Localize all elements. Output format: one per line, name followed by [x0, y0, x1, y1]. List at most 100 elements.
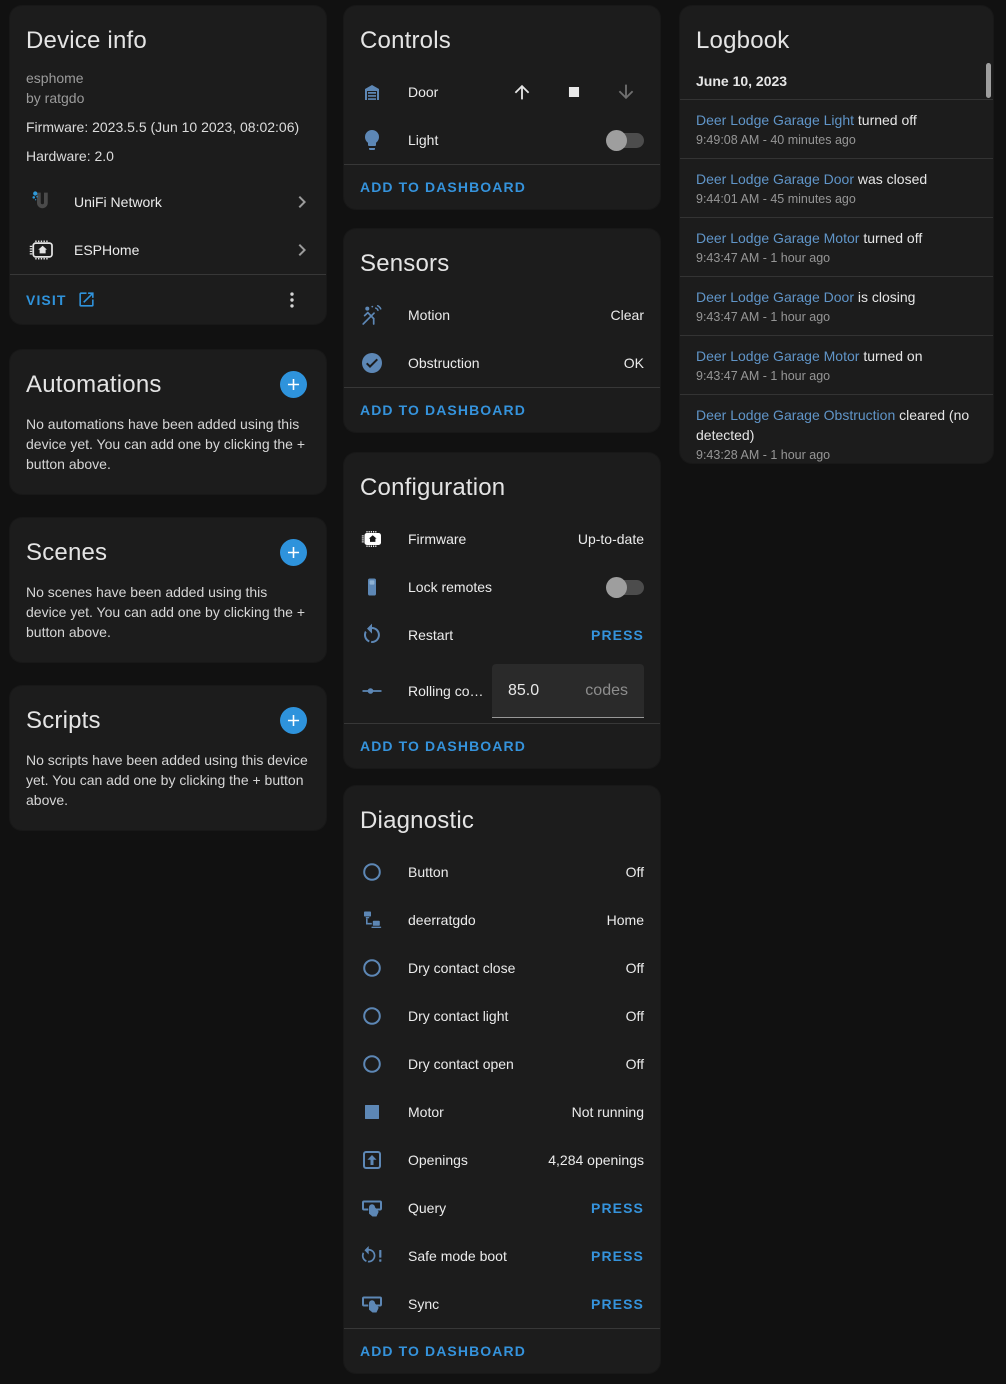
integration-esphome[interactable]: ESPHome	[10, 226, 326, 274]
control-label-light: Light	[408, 132, 439, 148]
device-info-title: Device info	[26, 27, 147, 54]
logbook-action: was closed	[857, 171, 928, 187]
safe-mode-boot-press-button[interactable]: PRESS	[591, 1248, 644, 1264]
automations-card: Automations No automations have been add…	[10, 350, 326, 494]
visit-label: VISIT	[26, 291, 67, 308]
radio-circle-icon	[360, 956, 384, 980]
external-link-icon	[78, 292, 94, 307]
motion-sensor-icon	[360, 303, 384, 327]
diag-row-openings[interactable]: Openings 4,284 openings	[344, 1136, 660, 1184]
automations-empty-text: No automations have been added using thi…	[26, 416, 306, 472]
diagnostic-card: Diagnostic Button Off deerratgdo Home Dr…	[344, 786, 660, 1373]
sensors-title: Sensors	[360, 250, 450, 277]
sensor-row-obstruction[interactable]: Obstruction OK	[344, 339, 660, 387]
visit-button[interactable]: VISIT	[26, 290, 96, 309]
integration-label: UniFi Network	[74, 194, 162, 210]
diag-value: 4,284 openings	[548, 1152, 644, 1168]
integration-unifi-network[interactable]: UniFi Network	[10, 178, 326, 226]
garage-door-icon	[360, 80, 384, 104]
logbook-timestamp: 9:43:47 AM - 1 hour ago	[696, 251, 831, 265]
diag-row-query: Query PRESS	[344, 1184, 660, 1232]
logbook-card: Logbook June 10, 2023 Deer Lodge Garage …	[680, 6, 993, 463]
config-row-lock-remotes: Lock remotes	[344, 563, 660, 611]
logbook-timestamp: 9:43:47 AM - 1 hour ago	[696, 369, 831, 383]
sync-press-button[interactable]: PRESS	[591, 1296, 644, 1312]
cover-close-button[interactable]	[614, 80, 638, 104]
config-label-rolling-code: Rolling co…	[408, 683, 484, 699]
scenes-title: Scenes	[26, 539, 108, 566]
config-value-firmware: Up-to-date	[577, 531, 644, 547]
sensors-add-to-dashboard[interactable]: ADD TO DASHBOARD	[344, 387, 660, 432]
diag-row-sync: Sync PRESS	[344, 1280, 660, 1328]
diag-row-button[interactable]: Button Off	[344, 848, 660, 896]
plus-icon	[287, 714, 300, 727]
configuration-add-to-dashboard[interactable]: ADD TO DASHBOARD	[344, 723, 660, 768]
logbook-entry: Deer Lodge Garage Light turned off 9:49:…	[680, 99, 993, 158]
config-row-firmware[interactable]: Firmware Up-to-date	[344, 515, 660, 563]
kebab-menu-icon[interactable]	[280, 288, 304, 312]
control-row-door: Door	[344, 68, 660, 116]
motor-stop-icon	[360, 1100, 384, 1124]
logbook-action: turned off	[863, 230, 923, 246]
restart-alert-icon	[360, 1244, 384, 1268]
configuration-title: Configuration	[360, 474, 506, 501]
firmware-chip-icon	[360, 527, 384, 551]
device-hardware-version: Hardware: 2.0	[26, 148, 114, 164]
network-devices-icon	[360, 908, 384, 932]
logbook-entity-link[interactable]: Deer Lodge Garage Obstruction	[696, 407, 895, 423]
config-label-restart: Restart	[408, 627, 454, 643]
esphome-logo-icon	[26, 234, 58, 266]
rolling-code-input[interactable]	[508, 681, 570, 700]
add-automation-button[interactable]	[280, 371, 307, 398]
config-row-rolling-code: Rolling co… codes	[344, 659, 660, 723]
remote-icon	[360, 575, 384, 599]
add-scene-button[interactable]	[280, 539, 307, 566]
plus-icon	[287, 546, 300, 559]
cover-stop-button[interactable]	[562, 80, 586, 104]
add-script-button[interactable]	[280, 707, 307, 734]
diag-label: Motor	[408, 1104, 444, 1120]
rolling-code-unit: codes	[585, 681, 628, 699]
control-row-light: Light	[344, 116, 660, 164]
scripts-empty-text: No scripts have been added using this de…	[26, 752, 308, 808]
chevron-right-icon	[290, 238, 314, 262]
diag-label: Dry contact light	[408, 1008, 509, 1024]
lock-remotes-toggle[interactable]	[606, 576, 644, 598]
diag-row-dry-contact-open[interactable]: Dry contact open Off	[344, 1040, 660, 1088]
sensor-row-motion[interactable]: Motion Clear	[344, 291, 660, 339]
diag-label: Button	[408, 864, 449, 880]
diag-row-deerratgdo[interactable]: deerratgdo Home	[344, 896, 660, 944]
radio-circle-icon	[360, 1004, 384, 1028]
restart-press-button[interactable]: PRESS	[591, 627, 644, 643]
chevron-right-icon	[290, 190, 314, 214]
config-row-restart: Restart PRESS	[344, 611, 660, 659]
logbook-entity-link[interactable]: Deer Lodge Garage Door	[696, 289, 854, 305]
diag-row-dry-contact-light[interactable]: Dry contact light Off	[344, 992, 660, 1040]
automations-title: Automations	[26, 371, 162, 398]
logbook-entity-link[interactable]: Deer Lodge Garage Motor	[696, 348, 859, 364]
unifi-logo-icon	[26, 186, 58, 218]
diag-value: Off	[625, 864, 644, 880]
light-toggle[interactable]	[606, 129, 644, 151]
logbook-entity-link[interactable]: Deer Lodge Garage Motor	[696, 230, 859, 246]
diag-row-dry-contact-close[interactable]: Dry contact close Off	[344, 944, 660, 992]
logbook-action: is closing	[857, 289, 916, 305]
logbook-timestamp: 9:44:01 AM - 45 minutes ago	[696, 192, 856, 206]
sensors-card: Sensors Motion Clear Obstruction OK ADD …	[344, 229, 660, 432]
sensor-label-motion: Motion	[408, 307, 451, 323]
query-press-button[interactable]: PRESS	[591, 1200, 644, 1216]
sensor-value-motion: Clear	[610, 307, 644, 323]
scenes-empty-text: No scenes have been added using this dev…	[26, 584, 306, 640]
diagnostic-add-to-dashboard[interactable]: ADD TO DASHBOARD	[344, 1328, 660, 1373]
logbook-entity-link[interactable]: Deer Lodge Garage Door	[696, 171, 854, 187]
diag-value: Home	[606, 912, 644, 928]
radio-circle-icon	[360, 860, 384, 884]
cover-open-button[interactable]	[510, 80, 534, 104]
diag-label: Sync	[408, 1296, 440, 1312]
config-label-firmware: Firmware	[408, 531, 467, 547]
lightbulb-icon	[360, 128, 384, 152]
controls-add-to-dashboard[interactable]: ADD TO DASHBOARD	[344, 164, 660, 209]
logbook-entity-link[interactable]: Deer Lodge Garage Light	[696, 112, 854, 128]
diag-row-motor[interactable]: Motor Not running	[344, 1088, 660, 1136]
logbook-scrollbar-thumb[interactable]	[986, 63, 991, 98]
